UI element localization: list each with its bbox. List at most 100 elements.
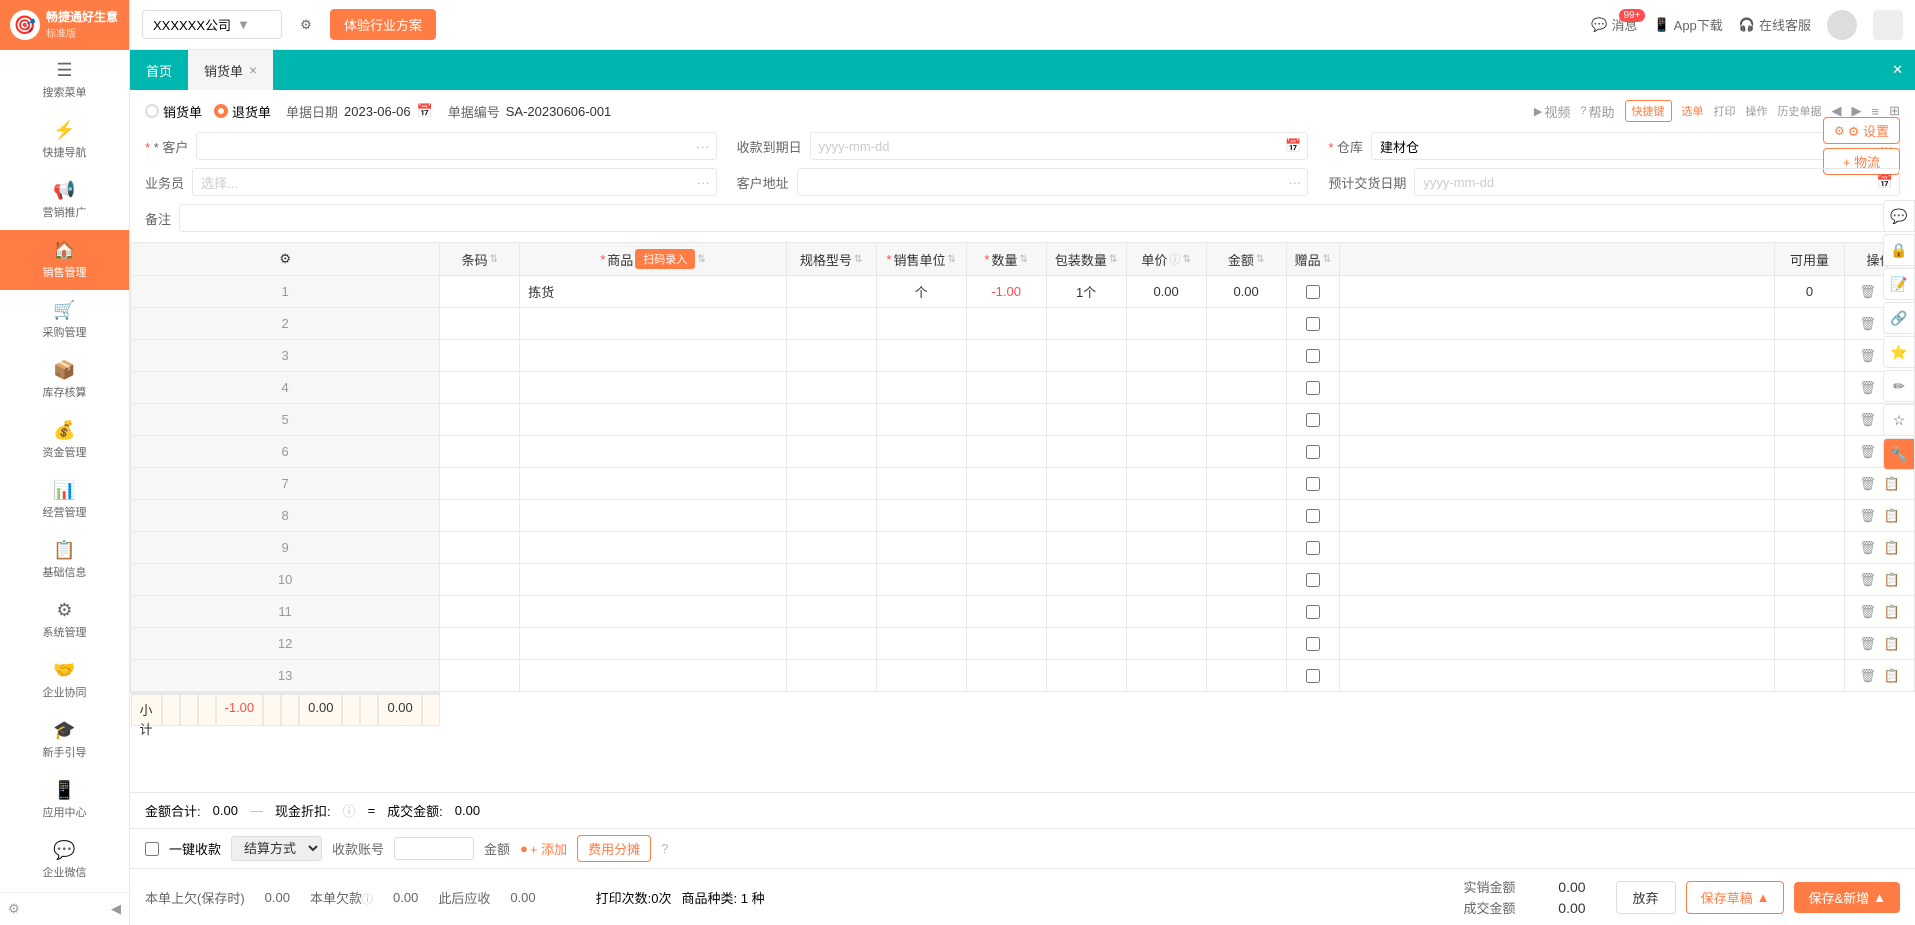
row-unit[interactable] bbox=[876, 372, 966, 404]
tab-home[interactable]: 首页 bbox=[130, 50, 188, 90]
row-pack-qty[interactable] bbox=[1046, 532, 1126, 564]
copy-row-btn[interactable]: 📋 bbox=[1883, 604, 1899, 619]
save-new-chevron[interactable]: ▲ bbox=[1873, 890, 1886, 905]
settings-gear-button[interactable]: ⚙ bbox=[292, 11, 320, 39]
row-unit-price[interactable] bbox=[1126, 660, 1206, 692]
row-quantity[interactable] bbox=[966, 500, 1046, 532]
row-barcode[interactable] bbox=[440, 596, 520, 628]
sidebar-item-finance[interactable]: 💰 资金管理 bbox=[0, 410, 129, 470]
user-avatar[interactable] bbox=[1827, 10, 1857, 40]
row-amount[interactable] bbox=[1206, 500, 1286, 532]
row-note[interactable] bbox=[1340, 276, 1775, 308]
account-input[interactable] bbox=[394, 837, 474, 860]
delete-row-btn[interactable]: 🗑 bbox=[1859, 412, 1876, 427]
row-note[interactable] bbox=[1340, 340, 1775, 372]
row-unit-price[interactable] bbox=[1126, 500, 1206, 532]
row-gift[interactable] bbox=[1286, 660, 1339, 692]
row-unit-price[interactable] bbox=[1126, 372, 1206, 404]
one-click-payment-checkbox[interactable] bbox=[145, 842, 159, 856]
calendar-icon[interactable]: 📅 bbox=[417, 103, 433, 119]
scan-barcode-button[interactable]: 扫码录入 bbox=[635, 249, 695, 269]
row-product[interactable] bbox=[520, 500, 786, 532]
delivery-date-input[interactable]: yyyy-mm-dd 📅 bbox=[1414, 168, 1900, 196]
row-amount[interactable] bbox=[1206, 660, 1286, 692]
sidebar-item-purchase[interactable]: 🛒 采购管理 bbox=[0, 290, 129, 350]
delete-row-btn[interactable]: 🗑 bbox=[1859, 572, 1876, 587]
settings-action-btn[interactable]: ⚙ ⚙ 设置 bbox=[1823, 117, 1900, 144]
row-gift[interactable] bbox=[1286, 436, 1339, 468]
row-spec[interactable] bbox=[786, 468, 876, 500]
gift-checkbox[interactable] bbox=[1306, 605, 1320, 619]
row-pack-qty[interactable] bbox=[1046, 436, 1126, 468]
row-note[interactable] bbox=[1340, 468, 1775, 500]
gift-checkbox[interactable] bbox=[1306, 381, 1320, 395]
copy-row-btn[interactable]: 📋 bbox=[1883, 668, 1899, 683]
row-product[interactable]: 拣货 bbox=[520, 276, 786, 308]
save-new-button[interactable]: 保存&新增 ▲ bbox=[1794, 882, 1900, 913]
gift-checkbox[interactable] bbox=[1306, 349, 1320, 363]
row-spec[interactable] bbox=[786, 340, 876, 372]
sidebar-item-enterprise-wechat[interactable]: 💬 企业微信 bbox=[0, 830, 129, 890]
row-unit[interactable] bbox=[876, 308, 966, 340]
row-unit-price[interactable] bbox=[1126, 532, 1206, 564]
tabbar-close-button[interactable]: ✕ bbox=[1880, 50, 1915, 90]
row-spec[interactable] bbox=[786, 596, 876, 628]
price-info-icon[interactable]: ⓘ bbox=[1169, 251, 1180, 267]
delete-row-btn[interactable]: 🗑 bbox=[1859, 348, 1876, 363]
delete-row-btn[interactable]: 🗑 bbox=[1859, 316, 1876, 331]
copy-row-btn[interactable]: 📋 bbox=[1883, 540, 1899, 555]
row-unit[interactable] bbox=[876, 340, 966, 372]
sidebar-item-sales[interactable]: 🏠 销售管理 bbox=[0, 230, 129, 290]
history-btn[interactable]: 历史单据 bbox=[1778, 103, 1822, 119]
online-service-button[interactable]: 🎧 在线客服 bbox=[1739, 15, 1811, 34]
delete-row-btn[interactable]: 🗑 bbox=[1859, 444, 1876, 459]
row-barcode[interactable] bbox=[440, 308, 520, 340]
row-amount[interactable] bbox=[1206, 596, 1286, 628]
row-quantity[interactable] bbox=[966, 628, 1046, 660]
row-amount[interactable] bbox=[1206, 564, 1286, 596]
gift-checkbox[interactable] bbox=[1306, 541, 1320, 555]
delete-row-btn[interactable]: 🗑 bbox=[1859, 540, 1876, 555]
row-gift[interactable] bbox=[1286, 532, 1339, 564]
row-pack-qty[interactable] bbox=[1046, 340, 1126, 372]
sidebar-item-quick-nav[interactable]: ⚡ 快捷导航 bbox=[0, 110, 129, 170]
row-spec[interactable] bbox=[786, 436, 876, 468]
customer-address-input[interactable]: ··· bbox=[797, 168, 1309, 196]
add-payment-button[interactable]: ● + 添加 bbox=[520, 839, 567, 858]
float-message-btn[interactable]: 💬 bbox=[1883, 200, 1915, 232]
float-fav-btn[interactable]: ☆ bbox=[1883, 404, 1915, 436]
row-product[interactable] bbox=[520, 628, 786, 660]
row-pack-qty[interactable]: 1个 bbox=[1046, 276, 1126, 308]
row-pack-qty[interactable] bbox=[1046, 500, 1126, 532]
sidebar-item-inventory[interactable]: 📦 库存核算 bbox=[0, 350, 129, 410]
sale-order-radio[interactable]: 销货单 bbox=[145, 102, 202, 121]
company-selector[interactable]: XXXXXX公司 ▼ bbox=[142, 10, 282, 39]
row-unit[interactable] bbox=[876, 628, 966, 660]
row-barcode[interactable] bbox=[440, 564, 520, 596]
row-pack-qty[interactable] bbox=[1046, 468, 1126, 500]
row-unit[interactable] bbox=[876, 532, 966, 564]
row-product[interactable] bbox=[520, 404, 786, 436]
row-note[interactable] bbox=[1340, 564, 1775, 596]
row-gift[interactable] bbox=[1286, 340, 1339, 372]
row-spec[interactable] bbox=[786, 308, 876, 340]
gift-checkbox[interactable] bbox=[1306, 477, 1320, 491]
delete-row-btn[interactable]: 🗑 bbox=[1859, 284, 1876, 299]
shortcut-btn[interactable]: 快捷键 bbox=[1625, 100, 1672, 122]
sidebar-item-marketing[interactable]: 📢 营销推广 bbox=[0, 170, 129, 230]
salesperson-input[interactable]: 选择... ··· bbox=[192, 168, 717, 196]
table-settings-icon[interactable]: ⚙ bbox=[279, 251, 291, 266]
row-amount[interactable] bbox=[1206, 404, 1286, 436]
row-amount[interactable] bbox=[1206, 436, 1286, 468]
expense-split-button[interactable]: 费用分摊 bbox=[577, 835, 651, 862]
delete-row-btn[interactable]: 🗑 bbox=[1859, 476, 1876, 491]
row-gift[interactable] bbox=[1286, 308, 1339, 340]
row-amount[interactable] bbox=[1206, 468, 1286, 500]
row-quantity[interactable] bbox=[966, 372, 1046, 404]
row-gift[interactable] bbox=[1286, 468, 1339, 500]
row-unit[interactable] bbox=[876, 468, 966, 500]
row-pack-qty[interactable] bbox=[1046, 308, 1126, 340]
row-spec[interactable] bbox=[786, 404, 876, 436]
gift-checkbox[interactable] bbox=[1306, 669, 1320, 683]
gift-checkbox[interactable] bbox=[1306, 637, 1320, 651]
